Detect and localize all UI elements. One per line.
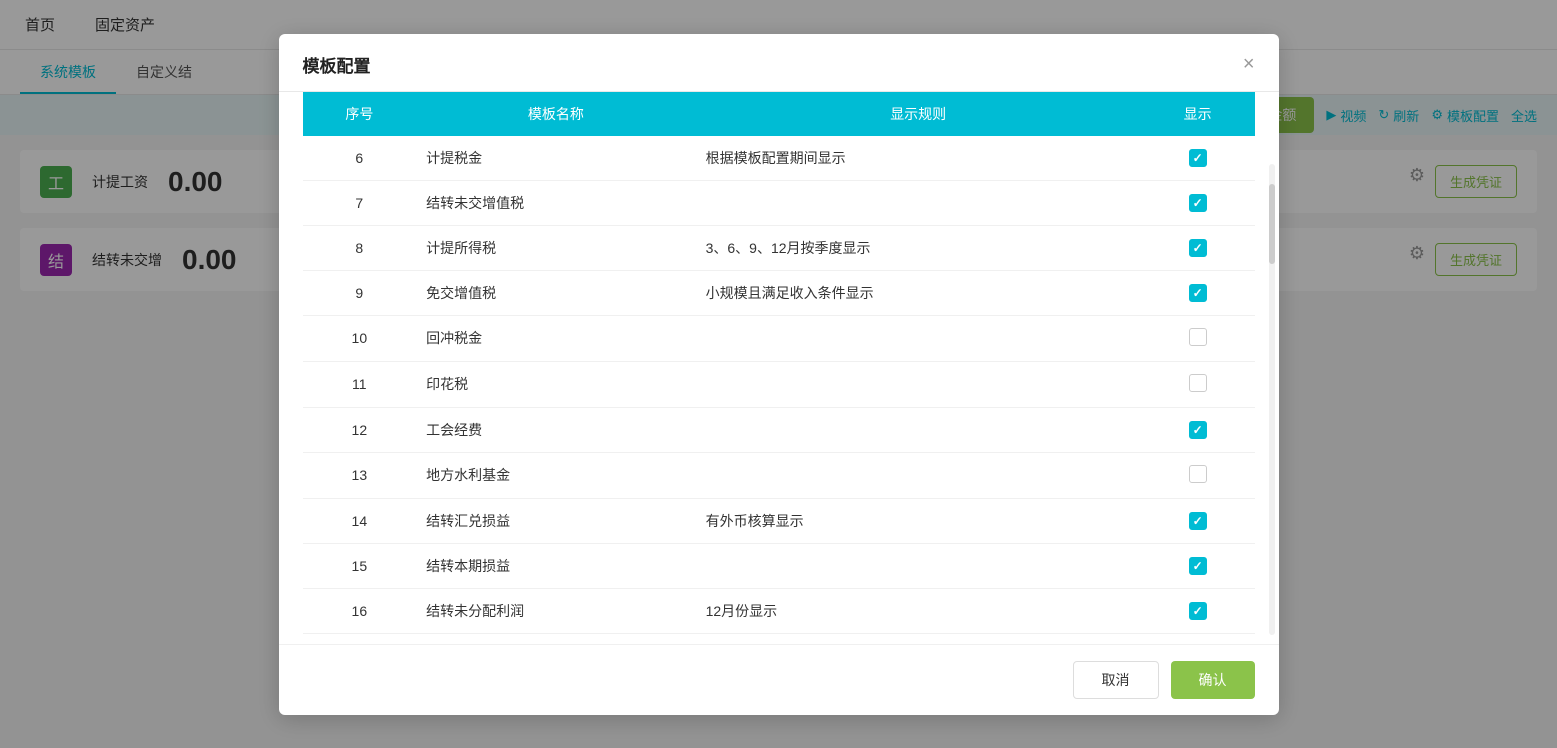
cell-checkbox [1141, 136, 1255, 181]
cell-name: 计提所得税 [416, 225, 695, 270]
cell-rule: 根据模板配置期间显示 [696, 136, 1141, 181]
scroll-thumb[interactable] [1269, 184, 1275, 264]
cell-rule: 3、6、9、12月按季度显示 [696, 225, 1141, 270]
cell-name: 回冲税金 [416, 315, 695, 361]
modal-template-config: 模板配置 × 序号 模板名称 显示规则 显示 6计提税金根据模板配置期间显示7结… [279, 34, 1279, 715]
table-row: 16结转未分配利润12月份显示 [303, 588, 1255, 633]
cell-seq: 7 [303, 180, 417, 225]
cell-rule [696, 315, 1141, 361]
cell-checkbox [1141, 588, 1255, 633]
table-row: 6计提税金根据模板配置期间显示 [303, 136, 1255, 181]
cell-rule: 12月份显示 [696, 588, 1141, 633]
modal-overlay: 模板配置 × 序号 模板名称 显示规则 显示 6计提税金根据模板配置期间显示7结… [0, 0, 1557, 748]
cell-name: 免交增值税 [416, 270, 695, 315]
cell-checkbox [1141, 361, 1255, 407]
table-row: 15结转本期损益 [303, 543, 1255, 588]
modal-footer: 取消 确认 [279, 644, 1279, 715]
cell-name: 结转汇兑损益 [416, 498, 695, 543]
cell-seq: 16 [303, 588, 417, 633]
table-row: 14结转汇兑损益有外币核算显示 [303, 498, 1255, 543]
checkbox-unchecked[interactable] [1189, 374, 1207, 392]
col-header-display: 显示 [1141, 92, 1255, 136]
checkbox-unchecked[interactable] [1189, 328, 1207, 346]
cell-name: 工会经费 [416, 407, 695, 452]
cell-seq: 10 [303, 315, 417, 361]
cancel-button[interactable]: 取消 [1073, 661, 1159, 699]
config-table: 序号 模板名称 显示规则 显示 6计提税金根据模板配置期间显示7结转未交增值税8… [303, 92, 1255, 634]
checkbox-checked[interactable] [1189, 284, 1207, 302]
cell-name: 印花税 [416, 361, 695, 407]
cell-name: 地方水利基金 [416, 452, 695, 498]
cell-rule [696, 407, 1141, 452]
cell-checkbox [1141, 180, 1255, 225]
cell-seq: 8 [303, 225, 417, 270]
table-row: 7结转未交增值税 [303, 180, 1255, 225]
cell-checkbox [1141, 498, 1255, 543]
modal-title: 模板配置 [303, 52, 371, 77]
cell-seq: 6 [303, 136, 417, 181]
checkbox-checked[interactable] [1189, 602, 1207, 620]
checkbox-checked[interactable] [1189, 557, 1207, 575]
col-header-seq: 序号 [303, 92, 417, 136]
checkbox-checked[interactable] [1189, 239, 1207, 257]
cell-rule [696, 543, 1141, 588]
cell-checkbox [1141, 315, 1255, 361]
cell-rule: 小规模且满足收入条件显示 [696, 270, 1141, 315]
cell-seq: 14 [303, 498, 417, 543]
cell-seq: 15 [303, 543, 417, 588]
table-row: 10回冲税金 [303, 315, 1255, 361]
checkbox-checked[interactable] [1189, 512, 1207, 530]
modal-body: 序号 模板名称 显示规则 显示 6计提税金根据模板配置期间显示7结转未交增值税8… [279, 92, 1279, 644]
col-header-name: 模板名称 [416, 92, 695, 136]
checkbox-unchecked[interactable] [1189, 465, 1207, 483]
cell-rule [696, 361, 1141, 407]
confirm-button[interactable]: 确认 [1171, 661, 1255, 699]
cell-checkbox [1141, 225, 1255, 270]
col-header-rule: 显示规则 [696, 92, 1141, 136]
cell-checkbox [1141, 543, 1255, 588]
table-row: 13地方水利基金 [303, 452, 1255, 498]
cell-name: 结转未交增值税 [416, 180, 695, 225]
checkbox-checked[interactable] [1189, 421, 1207, 439]
table-row: 12工会经费 [303, 407, 1255, 452]
scroll-track [1269, 164, 1275, 635]
cell-rule: 有外币核算显示 [696, 498, 1141, 543]
table-header-row: 序号 模板名称 显示规则 显示 [303, 92, 1255, 136]
cell-seq: 11 [303, 361, 417, 407]
table-row: 8计提所得税3、6、9、12月按季度显示 [303, 225, 1255, 270]
cell-rule [696, 452, 1141, 498]
cell-name: 结转未分配利润 [416, 588, 695, 633]
modal-close-button[interactable]: × [1243, 54, 1255, 74]
checkbox-checked[interactable] [1189, 194, 1207, 212]
cell-checkbox [1141, 452, 1255, 498]
table-row: 9免交增值税小规模且满足收入条件显示 [303, 270, 1255, 315]
modal-header: 模板配置 × [279, 34, 1279, 92]
checkbox-checked[interactable] [1189, 149, 1207, 167]
cell-name: 计提税金 [416, 136, 695, 181]
table-row: 11印花税 [303, 361, 1255, 407]
cell-seq: 12 [303, 407, 417, 452]
cell-seq: 9 [303, 270, 417, 315]
cell-name: 结转本期损益 [416, 543, 695, 588]
cell-rule [696, 180, 1141, 225]
cell-seq: 13 [303, 452, 417, 498]
cell-checkbox [1141, 270, 1255, 315]
cell-checkbox [1141, 407, 1255, 452]
